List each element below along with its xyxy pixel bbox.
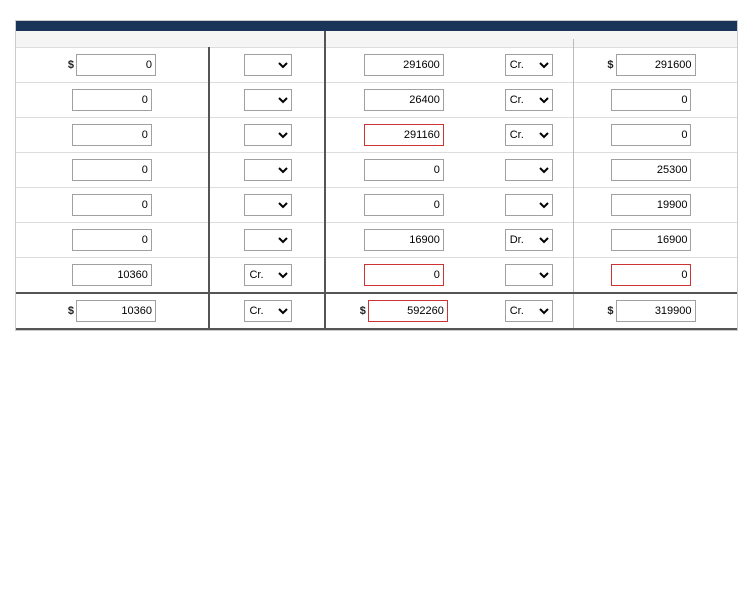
plan-input-4[interactable] <box>611 194 691 216</box>
total-pension-input[interactable] <box>76 300 156 322</box>
pension-input-2[interactable] <box>72 124 152 146</box>
pbo-input-0[interactable] <box>364 54 444 76</box>
dollar-sign: $ <box>360 305 366 317</box>
plan-input-1[interactable] <box>611 89 691 111</box>
pbo-select-1[interactable]: Cr.Dr. <box>505 89 553 111</box>
table-row: Cr.Dr. Cr.Dr. <box>16 258 737 294</box>
pbo-select-3[interactable]: Cr.Dr. <box>505 159 553 181</box>
plan-input-3[interactable] <box>611 159 691 181</box>
plan-input-5[interactable] <box>611 229 691 251</box>
table-row: $ Cr.Dr. Cr.Dr. $ <box>16 48 737 83</box>
pension-input-1[interactable] <box>72 89 152 111</box>
pension-input-4[interactable] <box>72 194 152 216</box>
table-row: Cr.Dr. Cr.Dr. <box>16 188 737 223</box>
pbo-select-6[interactable]: Cr.Dr. <box>505 264 553 286</box>
dollar-sign: $ <box>68 59 74 71</box>
pension-select-6[interactable]: Cr.Dr. <box>244 264 292 286</box>
pbo-input-1[interactable] <box>364 89 444 111</box>
pbo-input-3[interactable] <box>364 159 444 181</box>
plan-input-2[interactable] <box>611 124 691 146</box>
company-header <box>16 21 737 31</box>
pbo-select-0[interactable]: Cr.Dr. <box>505 54 553 76</box>
pbo-input-6[interactable] <box>364 264 444 286</box>
table-row: Cr.Dr. Cr.Dr. <box>16 118 737 153</box>
pension-select-0[interactable]: Cr.Dr. <box>244 54 292 76</box>
pension-input-0[interactable] <box>76 54 156 76</box>
plan-input-6[interactable] <box>611 264 691 286</box>
pbo-select-2[interactable]: Cr.Dr. <box>505 124 553 146</box>
pbo-input-5[interactable] <box>364 229 444 251</box>
pension-input-3[interactable] <box>72 159 152 181</box>
pbo-select-5[interactable]: Cr.Dr. <box>505 229 553 251</box>
pension-select-4[interactable]: Cr.Dr. <box>244 194 292 216</box>
pension-select-3[interactable]: Cr.Dr. <box>244 159 292 181</box>
total-pbo-input[interactable] <box>368 300 448 322</box>
pbo-select-4[interactable]: Cr.Dr. <box>505 194 553 216</box>
pension-select-1[interactable]: Cr.Dr. <box>244 89 292 111</box>
total-pbo-select[interactable]: Cr.Dr. <box>505 300 553 322</box>
table-row: Cr.Dr. Cr.Dr. <box>16 83 737 118</box>
total-pension-select[interactable]: Cr.Dr. <box>244 300 292 322</box>
table-row: Cr.Dr. Cr.Dr. <box>16 223 737 258</box>
pension-input-5[interactable] <box>72 229 152 251</box>
pension-select-2[interactable]: Cr.Dr. <box>244 124 292 146</box>
pbo-input-2[interactable] <box>364 124 444 146</box>
pension-input-6[interactable] <box>72 264 152 286</box>
dollar-sign: $ <box>68 305 74 317</box>
table-row: Cr.Dr. Cr.Dr. <box>16 153 737 188</box>
pension-select-5[interactable]: Cr.Dr. <box>244 229 292 251</box>
total-plan-input[interactable] <box>616 300 696 322</box>
dollar-sign: $ <box>607 305 613 317</box>
plan-input-0[interactable] <box>616 54 696 76</box>
total-row: $ Cr.Dr. $ Cr.Dr. $ <box>16 293 737 329</box>
dollar-sign: $ <box>607 59 613 71</box>
pbo-input-4[interactable] <box>364 194 444 216</box>
